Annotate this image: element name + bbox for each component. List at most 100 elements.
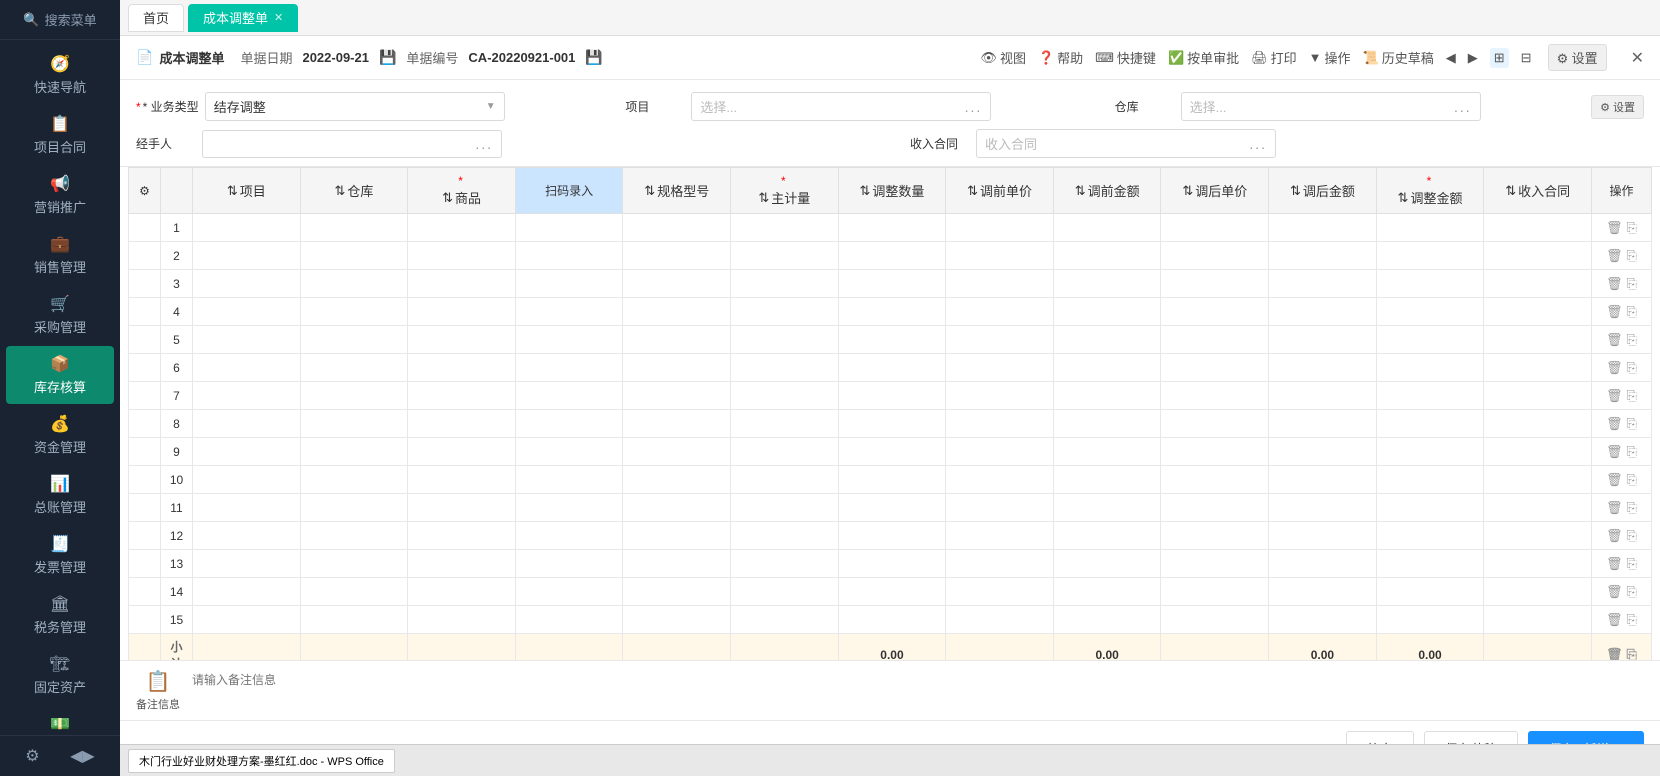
cell-product[interactable]	[408, 522, 516, 550]
cell-before_amount[interactable]	[1053, 354, 1161, 382]
cell-unit[interactable]	[731, 550, 839, 578]
cell-after_amount[interactable]	[1269, 298, 1377, 326]
cell-project[interactable]	[193, 438, 301, 466]
cell-before_amount[interactable]	[1053, 382, 1161, 410]
cell-spec[interactable]	[623, 438, 731, 466]
col-settings-header[interactable]: ⚙	[129, 168, 161, 214]
income-contract-input[interactable]: 收入合同 ...	[976, 129, 1276, 158]
cell-scan[interactable]	[515, 326, 623, 354]
col-before-amount-header[interactable]: ⇅调前金额	[1053, 168, 1161, 214]
cell-income_contract[interactable]	[1484, 326, 1592, 354]
project-input[interactable]: 选择... ...	[691, 92, 991, 121]
settings-button[interactable]: ⚙ 设置	[1548, 44, 1607, 71]
row-copy-icon[interactable]: ⎘	[1627, 416, 1637, 432]
tab-close-1[interactable]: ✕	[274, 11, 283, 24]
cell-product[interactable]	[408, 326, 516, 354]
cell-spec[interactable]	[623, 606, 731, 634]
row-copy-icon[interactable]: ⎘	[1627, 360, 1637, 376]
cell-after_price[interactable]	[1161, 214, 1269, 242]
cell-adjust_qty[interactable]	[838, 326, 946, 354]
cell-warehouse[interactable]	[300, 522, 408, 550]
cell-adjust_qty[interactable]	[838, 606, 946, 634]
cell-warehouse[interactable]	[300, 298, 408, 326]
cell-unit[interactable]	[731, 382, 839, 410]
cell-scan[interactable]	[515, 522, 623, 550]
cell-scan[interactable]	[515, 298, 623, 326]
cell-before_price[interactable]	[946, 242, 1054, 270]
cell-spec[interactable]	[623, 382, 731, 410]
cell-adjust_qty[interactable]	[838, 578, 946, 606]
cell-before_price[interactable]	[946, 382, 1054, 410]
row-delete-icon[interactable]: 🗑	[1606, 500, 1623, 516]
cell-project[interactable]	[193, 578, 301, 606]
row-delete-icon[interactable]: 🗑	[1606, 220, 1623, 236]
cell-product[interactable]	[408, 214, 516, 242]
cell-income_contract[interactable]	[1484, 466, 1592, 494]
cell-product[interactable]	[408, 494, 516, 522]
cell-warehouse[interactable]	[300, 550, 408, 578]
taskbar-item[interactable]: 木门行业好业财处理方案-墨红红.doc - WPS Office	[128, 749, 395, 773]
cell-product[interactable]	[408, 270, 516, 298]
cell-unit[interactable]	[731, 298, 839, 326]
cell-income_contract[interactable]	[1484, 410, 1592, 438]
cell-scan[interactable]	[515, 410, 623, 438]
nav-prev-icon[interactable]: ◀	[1446, 50, 1456, 66]
cell-spec[interactable]	[623, 270, 731, 298]
cell-before_price[interactable]	[946, 214, 1054, 242]
cell-income_contract[interactable]	[1484, 606, 1592, 634]
cell-before_price[interactable]	[946, 550, 1054, 578]
cell-unit[interactable]	[731, 578, 839, 606]
cell-after_price[interactable]	[1161, 438, 1269, 466]
cell-after_amount[interactable]	[1269, 270, 1377, 298]
cell-product[interactable]	[408, 242, 516, 270]
row-copy-icon[interactable]: ⎘	[1627, 276, 1637, 292]
cell-income_contract[interactable]	[1484, 494, 1592, 522]
cell-adjust_amount[interactable]	[1376, 242, 1484, 270]
cell-spec[interactable]	[623, 550, 731, 578]
cell-adjust_amount[interactable]	[1376, 438, 1484, 466]
row-copy-icon[interactable]: ⎘	[1627, 528, 1637, 544]
save-icon-2[interactable]: 💾	[585, 49, 602, 66]
cell-adjust_amount[interactable]	[1376, 466, 1484, 494]
cell-project[interactable]	[193, 214, 301, 242]
cell-unit[interactable]	[731, 354, 839, 382]
cell-spec[interactable]	[623, 326, 731, 354]
cell-unit[interactable]	[731, 466, 839, 494]
cell-warehouse[interactable]	[300, 606, 408, 634]
cell-product[interactable]	[408, 298, 516, 326]
cell-product[interactable]	[408, 410, 516, 438]
cell-adjust_amount[interactable]	[1376, 382, 1484, 410]
cell-adjust_qty[interactable]	[838, 410, 946, 438]
sidebar-item-finance-mgmt[interactable]: 💰资金管理	[6, 406, 114, 464]
tab-1[interactable]: 成本调整单✕	[188, 4, 298, 32]
cell-before_amount[interactable]	[1053, 270, 1161, 298]
row-delete-icon[interactable]: 🗑	[1606, 248, 1623, 264]
row-delete-icon[interactable]: 🗑	[1606, 444, 1623, 460]
header-action-5[interactable]: ▼操作	[1309, 48, 1351, 67]
cell-adjust_qty[interactable]	[838, 214, 946, 242]
sidebar-item-payroll[interactable]: 💵工资	[6, 706, 114, 735]
cell-after_price[interactable]	[1161, 606, 1269, 634]
cell-scan[interactable]	[515, 550, 623, 578]
cell-after_price[interactable]	[1161, 270, 1269, 298]
cell-after_price[interactable]	[1161, 494, 1269, 522]
row-copy-icon[interactable]: ⎘	[1627, 388, 1637, 404]
cell-spec[interactable]	[623, 298, 731, 326]
cell-project[interactable]	[193, 242, 301, 270]
row-delete-icon[interactable]: 🗑	[1606, 612, 1623, 628]
cell-product[interactable]	[408, 438, 516, 466]
cell-warehouse[interactable]	[300, 214, 408, 242]
cell-product[interactable]	[408, 606, 516, 634]
cell-after_price[interactable]	[1161, 522, 1269, 550]
row-copy-icon[interactable]: ⎘	[1627, 584, 1637, 600]
cell-project[interactable]	[193, 550, 301, 578]
cell-after_amount[interactable]	[1269, 214, 1377, 242]
cell-warehouse[interactable]	[300, 382, 408, 410]
view-grid-icon[interactable]: ⊟	[1521, 50, 1532, 66]
cell-unit[interactable]	[731, 326, 839, 354]
cell-scan[interactable]	[515, 214, 623, 242]
cell-warehouse[interactable]	[300, 494, 408, 522]
cell-project[interactable]	[193, 354, 301, 382]
cell-spec[interactable]	[623, 466, 731, 494]
cell-income_contract[interactable]	[1484, 382, 1592, 410]
